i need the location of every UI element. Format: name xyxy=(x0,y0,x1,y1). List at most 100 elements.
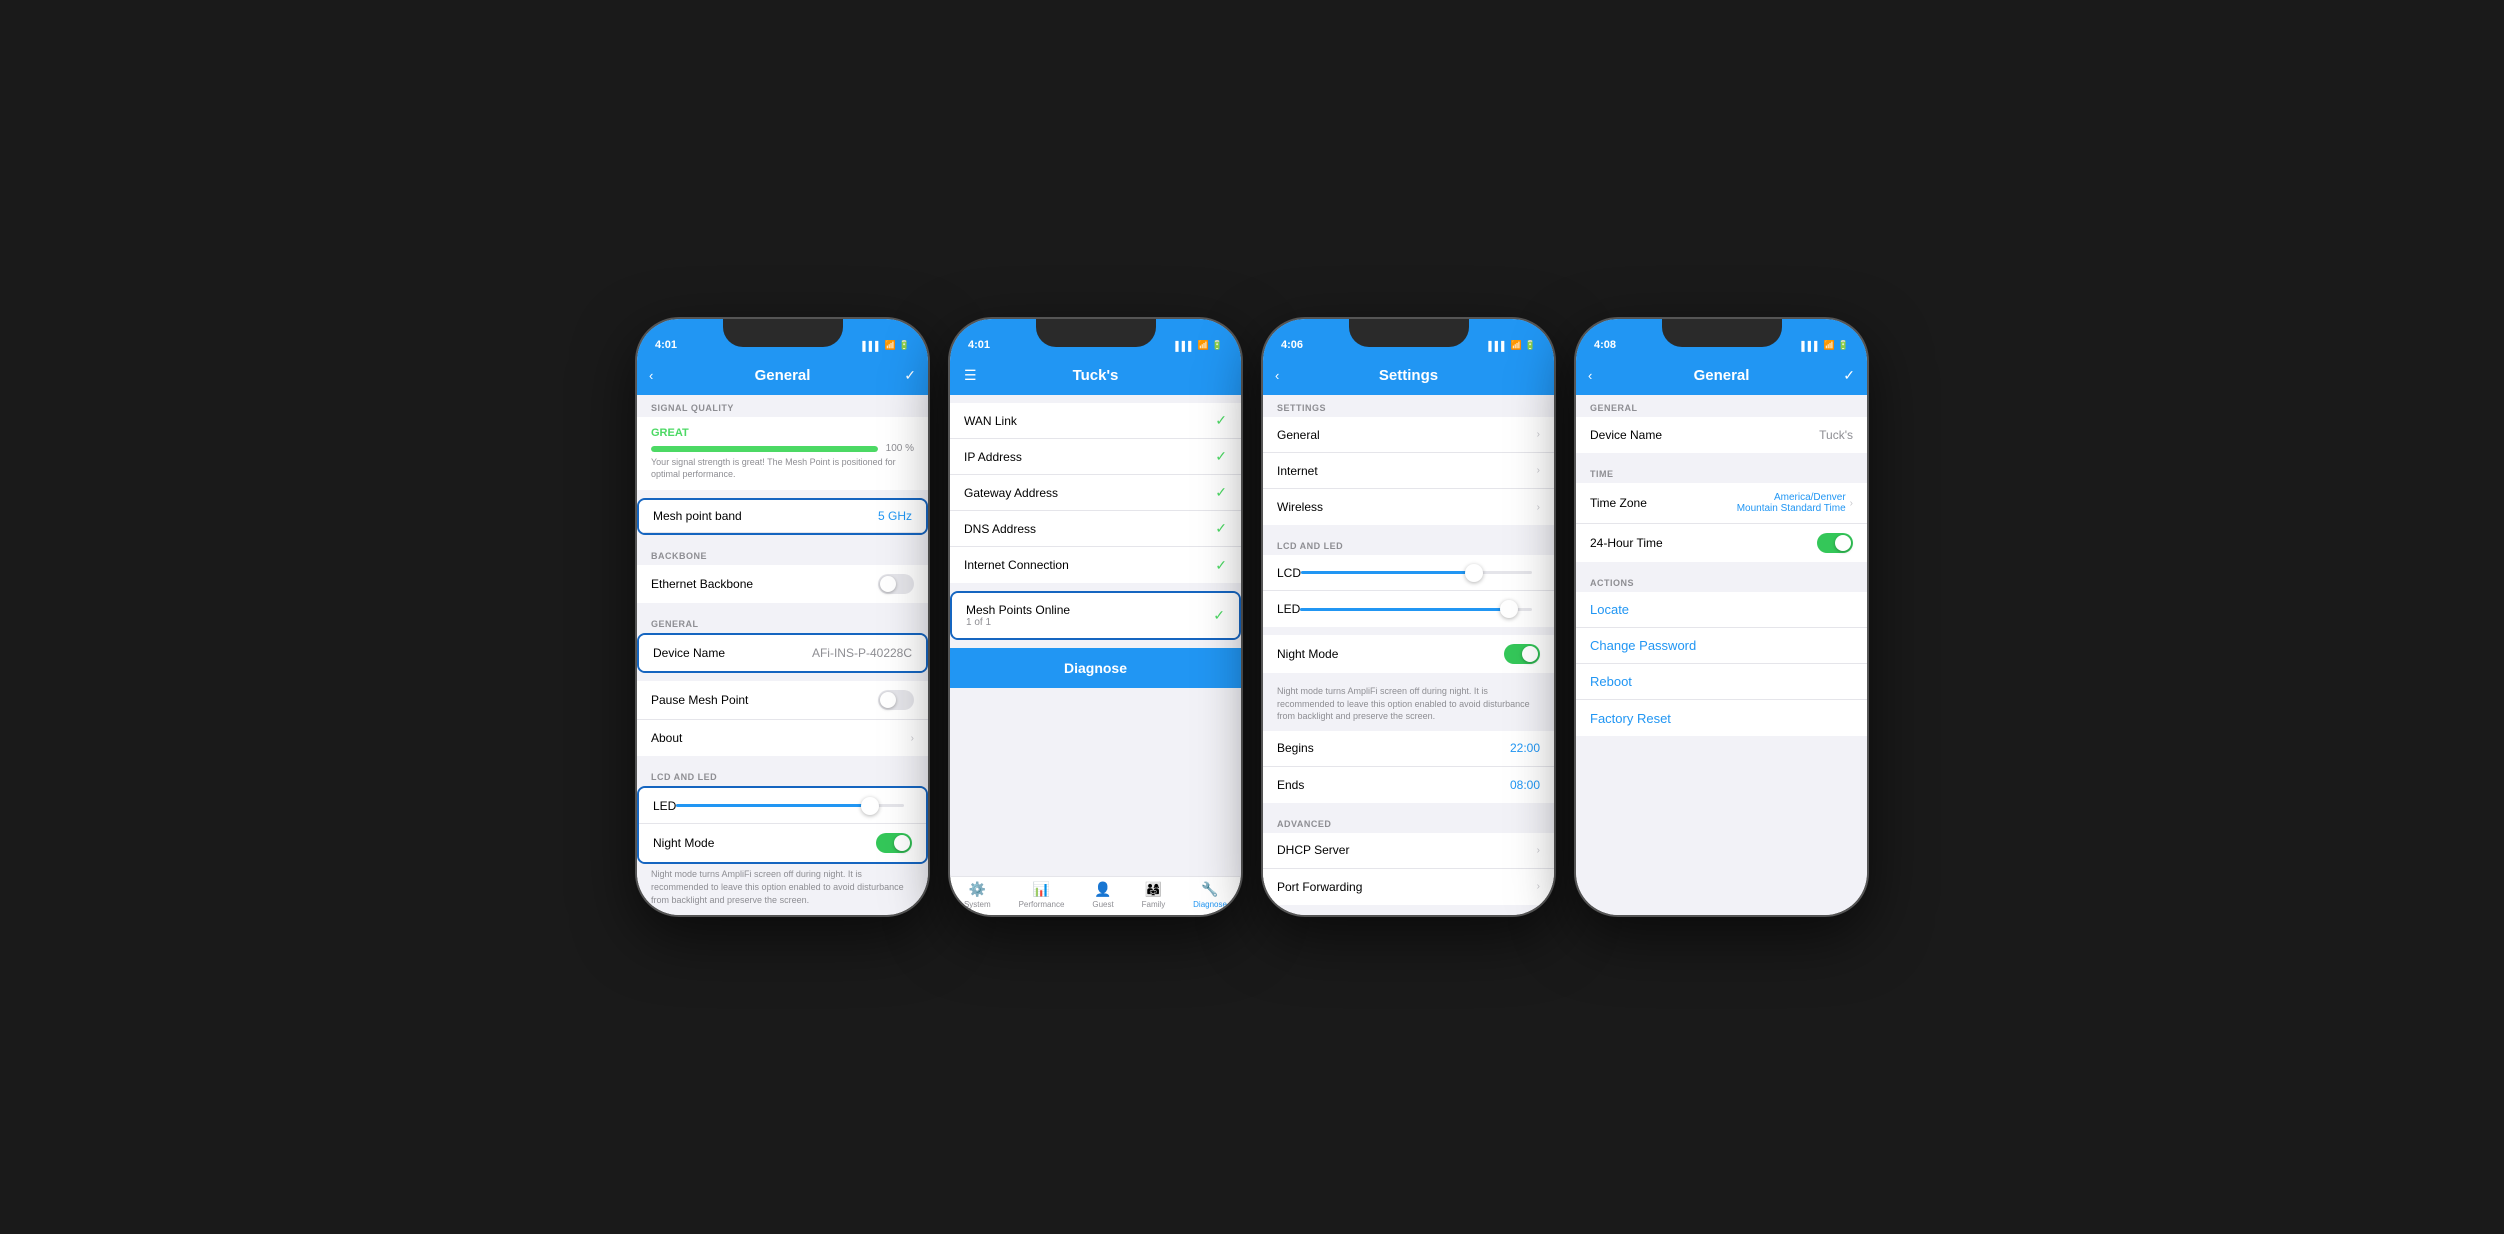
night-mode-row-3[interactable]: Night Mode xyxy=(1263,635,1554,673)
guest-tab-label: Guest xyxy=(1092,900,1113,909)
check-button-4[interactable]: ✓ xyxy=(1843,367,1855,384)
general-settings-row[interactable]: General › xyxy=(1263,417,1554,453)
led-row-1[interactable]: LED xyxy=(639,788,926,824)
reboot-row[interactable]: Reboot xyxy=(1576,664,1867,700)
status-icons-2: ▌▌▌ 📶 🔋 xyxy=(1175,340,1223,351)
general-extra-group: Pause Mesh Point About › xyxy=(637,681,928,756)
lcd-row-3[interactable]: LCD xyxy=(1263,555,1554,591)
mesh-points-sub: 1 of 1 xyxy=(966,617,1070,628)
section-time-4: TIME xyxy=(1576,461,1867,483)
wireless-row[interactable]: Wireless › xyxy=(1263,489,1554,525)
begins-row[interactable]: Begins 22:00 xyxy=(1263,731,1554,767)
factory-reset-row[interactable]: Factory Reset xyxy=(1576,700,1867,736)
back-button-4[interactable]: ‹ xyxy=(1588,368,1592,383)
led-slider-thumb-1[interactable] xyxy=(861,797,879,815)
led-slider-1[interactable] xyxy=(676,804,912,807)
section-general-4: GENERAL xyxy=(1576,395,1867,417)
ethernet-backbone-row[interactable]: Ethernet Backbone xyxy=(637,565,928,603)
night-mode-group-3: Night Mode xyxy=(1263,635,1554,673)
section-signal-quality: SIGNAL QUALITY xyxy=(637,395,928,417)
mesh-points-check-icon: ✓ xyxy=(1213,607,1225,624)
signal-bars-icon-2: ▌▌▌ xyxy=(1175,341,1194,351)
begins-label: Begins xyxy=(1277,741,1314,755)
24hour-row-4[interactable]: 24-Hour Time xyxy=(1576,524,1867,562)
dhcp-chevron-icon: › xyxy=(1537,845,1540,856)
wan-group: WAN Link ✓ IP Address ✓ Gateway Address … xyxy=(950,403,1241,583)
tab-diagnose[interactable]: 🔧 Diagnose xyxy=(1193,881,1227,909)
lcd-slider-thumb-3[interactable] xyxy=(1465,564,1483,582)
device-name-row[interactable]: Device Name AFi-INS-P-40228C xyxy=(639,635,926,671)
signal-desc: Your signal strength is great! The Mesh … xyxy=(651,457,914,480)
ends-row[interactable]: Ends 08:00 xyxy=(1263,767,1554,803)
led-slider-3[interactable] xyxy=(1300,608,1540,611)
screen-content-2: WAN Link ✓ IP Address ✓ Gateway Address … xyxy=(950,395,1241,876)
ethernet-backbone-label: Ethernet Backbone xyxy=(651,577,753,591)
led-row-3[interactable]: LED xyxy=(1263,591,1554,627)
dhcp-row[interactable]: DHCP Server › xyxy=(1263,833,1554,869)
family-tab-icon: 👨‍👩‍👧 xyxy=(1145,881,1162,898)
led-slider-fill-3 xyxy=(1300,608,1508,611)
night-mode-toggle-3[interactable] xyxy=(1504,644,1540,664)
lcd-led-group-3: LCD LED xyxy=(1263,555,1554,627)
wifi-icon-2: 📶 xyxy=(1198,340,1209,351)
internet-conn-label: Internet Connection xyxy=(964,558,1069,572)
led-label-1: LED xyxy=(653,799,676,813)
timezone-row-4[interactable]: Time Zone America/DenverMountain Standar… xyxy=(1576,483,1867,524)
nav-title-4: General xyxy=(1694,367,1750,384)
night-schedule-group: Begins 22:00 Ends 08:00 xyxy=(1263,731,1554,803)
tab-family[interactable]: 👨‍👩‍👧 Family xyxy=(1142,881,1166,909)
24hour-toggle-4[interactable] xyxy=(1817,533,1853,553)
signal-bar xyxy=(651,446,878,452)
back-button-3[interactable]: ‹ xyxy=(1275,368,1279,383)
ends-label: Ends xyxy=(1277,778,1304,792)
dns-row[interactable]: DNS Address ✓ xyxy=(950,511,1241,547)
pause-mesh-row[interactable]: Pause Mesh Point xyxy=(637,681,928,720)
back-button-1[interactable]: ‹ xyxy=(649,368,653,383)
internet-row[interactable]: Internet › xyxy=(1263,453,1554,489)
locate-row[interactable]: Locate xyxy=(1576,592,1867,628)
check-button-1[interactable]: ✓ xyxy=(904,367,916,384)
led-slider-thumb-3[interactable] xyxy=(1500,600,1518,618)
night-mode-toggle-1[interactable] xyxy=(876,833,912,853)
mesh-points-row[interactable]: Mesh Points Online 1 of 1 ✓ xyxy=(952,593,1239,638)
mesh-band-row[interactable]: Mesh point band 5 GHz xyxy=(639,500,926,533)
phone-1: 4:01 ▌▌▌ 📶 🔋 ‹ General ✓ SIGNAL QUALITY … xyxy=(635,317,930,917)
timezone-value-container: America/DenverMountain Standard Time › xyxy=(1737,492,1853,514)
battery-icon-4: 🔋 xyxy=(1838,340,1849,351)
ethernet-backbone-toggle[interactable] xyxy=(878,574,914,594)
status-time-4: 4:08 xyxy=(1594,339,1616,351)
battery-icon: 🔋 xyxy=(899,340,910,351)
tab-performance[interactable]: 📊 Performance xyxy=(1019,881,1065,909)
section-general-1: GENERAL xyxy=(637,611,928,633)
device-name-label-4: Device Name xyxy=(1590,428,1662,442)
ip-address-row[interactable]: IP Address ✓ xyxy=(950,439,1241,475)
dhcp-label: DHCP Server xyxy=(1277,843,1349,857)
device-name-row-4[interactable]: Device Name Tuck's xyxy=(1576,417,1867,453)
wireless-chevron-icon: › xyxy=(1537,502,1540,513)
nav-title-2: Tuck's xyxy=(1073,367,1119,384)
tab-guest[interactable]: 👤 Guest xyxy=(1092,881,1113,909)
change-password-row[interactable]: Change Password xyxy=(1576,628,1867,664)
reboot-label: Reboot xyxy=(1590,674,1632,689)
about-row[interactable]: About › xyxy=(637,720,928,756)
pause-mesh-label: Pause Mesh Point xyxy=(651,693,748,707)
general-settings-label: General xyxy=(1277,428,1320,442)
night-mode-row-1[interactable]: Night Mode xyxy=(639,824,926,862)
battery-icon-2: 🔋 xyxy=(1212,340,1223,351)
screen-content-4: GENERAL Device Name Tuck's TIME Time Zon… xyxy=(1576,395,1867,915)
signal-bar-container: 100 % xyxy=(651,443,914,454)
internet-chevron-icon: › xyxy=(1537,465,1540,476)
diagnose-button[interactable]: Diagnose xyxy=(950,648,1241,688)
port-forwarding-row[interactable]: Port Forwarding › xyxy=(1263,869,1554,905)
lcd-slider-3[interactable] xyxy=(1301,571,1540,574)
nav-bar-4: ‹ General ✓ xyxy=(1576,355,1867,395)
time-group-4: Time Zone America/DenverMountain Standar… xyxy=(1576,483,1867,562)
led-slider-track-1 xyxy=(676,804,904,807)
gateway-row[interactable]: Gateway Address ✓ xyxy=(950,475,1241,511)
pause-mesh-toggle[interactable] xyxy=(878,690,914,710)
tab-system[interactable]: ⚙️ System xyxy=(964,881,991,909)
wan-link-row[interactable]: WAN Link ✓ xyxy=(950,403,1241,439)
menu-button-2[interactable]: ☰ xyxy=(964,367,977,384)
internet-conn-row[interactable]: Internet Connection ✓ xyxy=(950,547,1241,583)
night-mode-label-1: Night Mode xyxy=(653,836,714,850)
